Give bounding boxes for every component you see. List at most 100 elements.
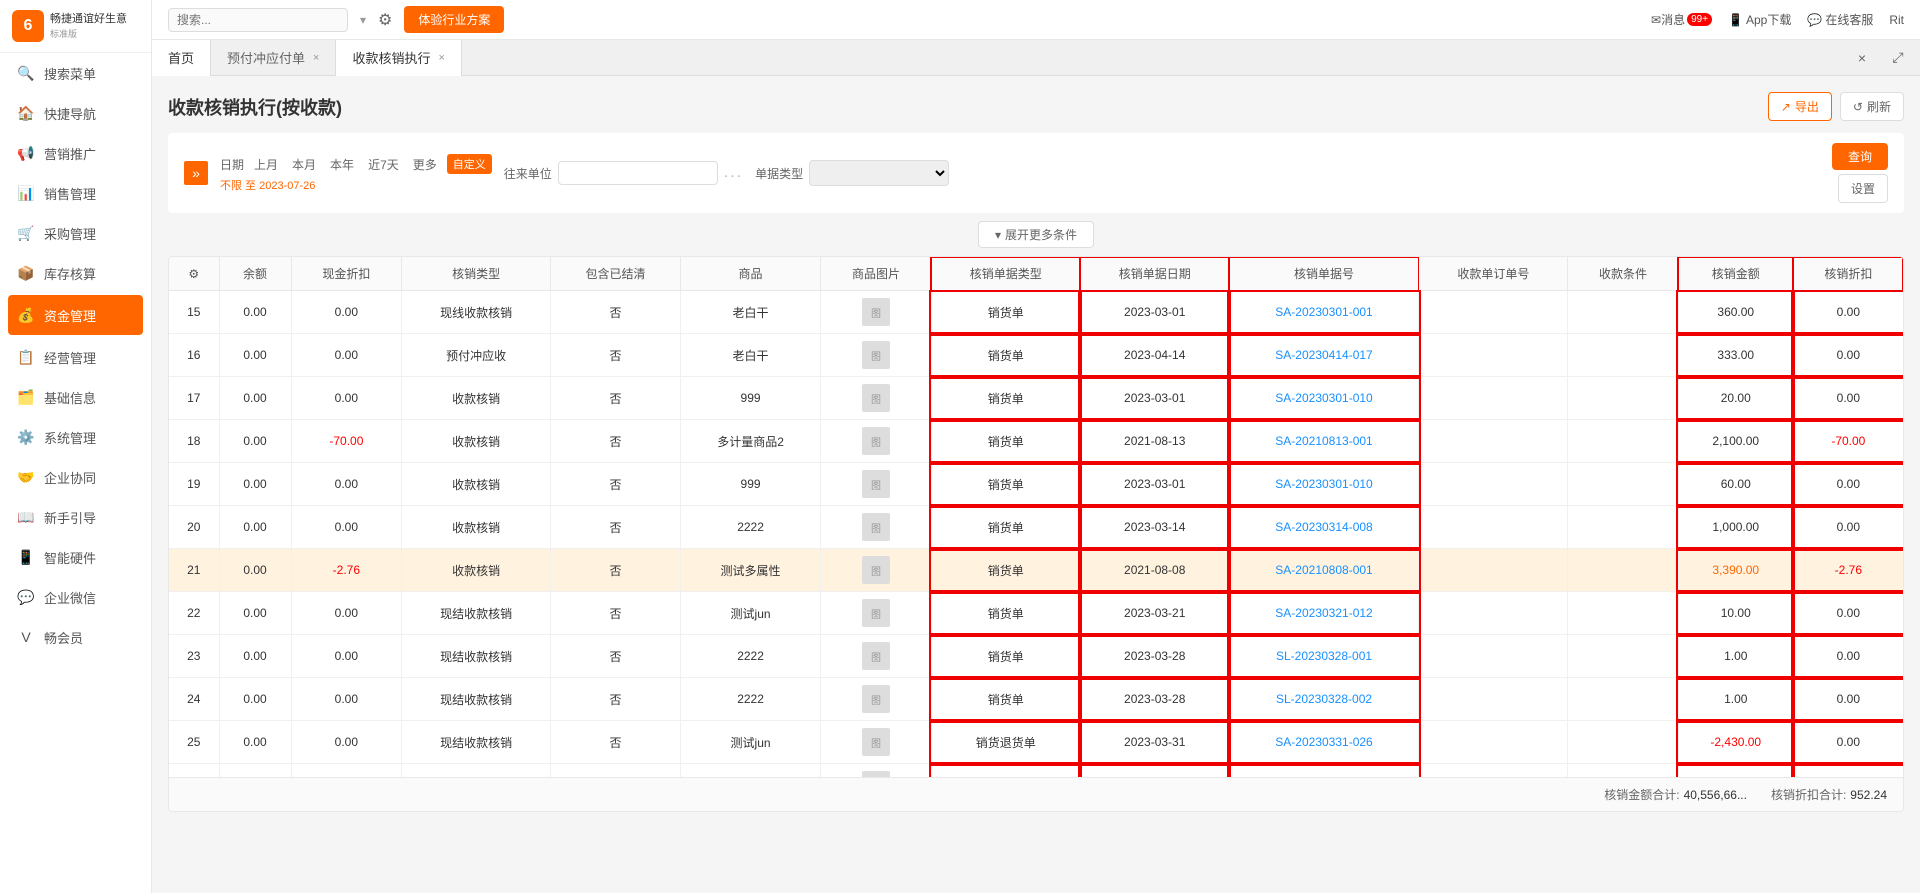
filter-partner-dots[interactable]: ... xyxy=(724,164,743,182)
service-icon: 💬 xyxy=(1807,13,1822,27)
sidebar-item-purchase[interactable]: 🛒 采购管理 xyxy=(0,213,151,253)
cell-bill_report_type: 销货单 xyxy=(931,635,1080,678)
sidebar-item-guide[interactable]: 📖 新手引导 xyxy=(0,497,151,537)
col-header-index[interactable]: ⚙ xyxy=(169,257,219,291)
collab-icon: 🤝 xyxy=(16,467,36,487)
sidebar-item-system[interactable]: ⚙️ 系统管理 xyxy=(0,417,151,457)
refresh-btn[interactable]: ↺ 刷新 xyxy=(1840,92,1904,121)
cell-goods: 2222 xyxy=(680,678,820,721)
sidebar-item-hardware[interactable]: 📱 智能硬件 xyxy=(0,537,151,577)
cell-collection_order_no xyxy=(1419,678,1568,721)
sidebar-item-finance[interactable]: 💰 资金管理 xyxy=(8,295,143,335)
filter-expand-btn[interactable]: » xyxy=(184,161,208,185)
sidebar-item-wechat[interactable]: 💬 企业微信 xyxy=(0,577,151,617)
sidebar-item-basic[interactable]: 🗂️ 基础信息 xyxy=(0,377,151,417)
filter-date-more[interactable]: 更多 xyxy=(409,154,441,175)
cell-collection_condition xyxy=(1568,678,1679,721)
sidebar-item-inventory[interactable]: 📦 库存核算 xyxy=(0,253,151,293)
filter-partner-input[interactable] xyxy=(558,161,718,185)
tab-prepay[interactable]: 预付冲应付单 × xyxy=(211,40,336,76)
cell-goods_image: 图 xyxy=(821,506,932,549)
sidebar-item-marketing[interactable]: 📢 营销推广 xyxy=(0,133,151,173)
cell-cash_discount: 0.00 xyxy=(291,764,402,778)
col-header-verify-discount: 核销折扣 xyxy=(1793,257,1903,291)
sidebar-item-sales[interactable]: 📊 销售管理 xyxy=(0,173,151,213)
cell-bill_report_type: 销货单 xyxy=(931,506,1080,549)
cell-balance: 0.00 xyxy=(219,592,291,635)
cell-bill_no[interactable]: SA-20230331-026 xyxy=(1229,721,1419,764)
sidebar-item-operation[interactable]: 📋 经营管理 xyxy=(0,337,151,377)
tab-collection[interactable]: 收款核销执行 × xyxy=(336,40,461,76)
cell-bill_report_type: 销货单 xyxy=(931,420,1080,463)
cell-bill_no[interactable]: SA-20230321-012 xyxy=(1229,592,1419,635)
cell-verify_amount: 360.00 xyxy=(1678,291,1793,334)
tab-prepay-label: 预付冲应付单 xyxy=(227,48,305,67)
cell-index: 16 xyxy=(169,334,219,377)
query-btn[interactable]: 查询 xyxy=(1832,143,1888,170)
cell-bill_report_type: 销货单 xyxy=(931,291,1080,334)
cell-bill_no[interactable]: SL-20230328-002 xyxy=(1229,678,1419,721)
cell-bill_no[interactable]: SA-20230301-001 xyxy=(1229,291,1419,334)
cell-bill_no[interactable]: SL-20230328-001 xyxy=(1229,635,1419,678)
tab-home[interactable]: 首页 xyxy=(152,40,211,76)
expand-more-btn[interactable]: ▾ 展开更多条件 xyxy=(978,221,1094,248)
sidebar-item-search[interactable]: 🔍 搜索菜单 xyxy=(0,53,151,93)
topbar: ▾ ⚙ 体验行业方案 ✉ 消息 99+ 📱 App下载 💬 在线客服 Rit xyxy=(152,0,1920,40)
sidebar-item-member[interactable]: V 畅会员 xyxy=(0,617,151,657)
filter-date-7days[interactable]: 近7天 xyxy=(364,154,403,175)
filter-date-this-month[interactable]: 本月 xyxy=(288,154,320,175)
filter-date-this-year[interactable]: 本年 xyxy=(326,154,358,175)
col-header-goods-image: 商品图片 xyxy=(821,257,932,291)
cell-verify_type: 收款核销 xyxy=(402,549,551,592)
maximize-btn[interactable]: ⤢ xyxy=(1884,44,1912,72)
filter-bill-type-field: 单据类型 xyxy=(755,160,949,186)
cell-index: 26 xyxy=(169,764,219,778)
footer-verify-amount-label: 核销金额合计: xyxy=(1604,786,1679,803)
logo-sub: 标准版 xyxy=(50,27,127,40)
cell-bill_no[interactable]: SA-20230301-010 xyxy=(1229,463,1419,506)
app-download-btn[interactable]: 📱 App下载 xyxy=(1728,11,1791,28)
page-actions: ↗ 导出 ↺ 刷新 xyxy=(1768,92,1904,121)
online-service-btn[interactable]: 💬 在线客服 xyxy=(1807,11,1873,28)
cell-index: 19 xyxy=(169,463,219,506)
tabbar-actions: × ⤢ xyxy=(1848,44,1920,72)
footer-verify-amount: 核销金额合计: 40,556,66... xyxy=(1604,786,1747,803)
sidebar-item-shortcut[interactable]: 🏠 快捷导航 xyxy=(0,93,151,133)
gear-icon[interactable]: ⚙ xyxy=(378,10,392,30)
cell-collection_condition xyxy=(1568,463,1679,506)
notice-btn[interactable]: ✉ 消息 99+ xyxy=(1651,11,1712,28)
table-row: 180.00-70.00收款核销否多计量商品2图销货单2021-08-13SA-… xyxy=(169,420,1903,463)
settings-btn[interactable]: 设置 xyxy=(1838,174,1888,203)
cell-goods_image: 图 xyxy=(821,334,932,377)
tab-prepay-close[interactable]: × xyxy=(313,52,319,64)
cell-bill_no[interactable]: SA-20210808-001 xyxy=(1229,549,1419,592)
table-scroll[interactable]: ⚙ 余额 现金折扣 核销类型 包含已结清 商品 商品图片 核销单据类型 核销单据… xyxy=(169,257,1903,777)
cell-bill_no[interactable]: SA-20210813-001 xyxy=(1229,420,1419,463)
cell-bill_no[interactable]: SA-20230301-010 xyxy=(1229,377,1419,420)
cell-bill_no[interactable]: SA-20230314-008 xyxy=(1229,506,1419,549)
export-btn[interactable]: ↗ 导出 xyxy=(1768,92,1832,121)
cell-goods_image: 图 xyxy=(821,291,932,334)
cell-balance: 0.00 xyxy=(219,506,291,549)
cell-verify_discount: 0.00 xyxy=(1793,721,1903,764)
cell-collection_condition xyxy=(1568,635,1679,678)
cell-included: 否 xyxy=(551,721,681,764)
filter-date-custom[interactable]: 自定义 xyxy=(447,154,492,174)
filter-bill-type-select[interactable] xyxy=(809,160,949,186)
filter-date-last-month[interactable]: 上月 xyxy=(250,154,282,175)
cell-bill_report_type: 销货单 xyxy=(931,463,1080,506)
footer-verify-discount-value: 952.24 xyxy=(1850,788,1887,802)
tab-collection-close[interactable]: × xyxy=(438,52,444,64)
cell-bill_no[interactable]: ABC-001 xyxy=(1229,764,1419,778)
tabbar: 首页 预付冲应付单 × 收款核销执行 × × ⤢ xyxy=(152,40,1920,76)
member-icon: V xyxy=(16,627,36,647)
industry-btn[interactable]: 体验行业方案 xyxy=(404,6,504,33)
cell-verify_amount: 60.00 xyxy=(1678,463,1793,506)
cell-bill_no[interactable]: SA-20230414-017 xyxy=(1229,334,1419,377)
cell-verify_amount: 1,000.00 xyxy=(1678,506,1793,549)
sidebar-item-collab[interactable]: 🤝 企业协同 xyxy=(0,457,151,497)
sidebar: 6 畅捷通谊好生意 标准版 🔍 搜索菜单 🏠 快捷导航 📢 营销推广 📊 销售管… xyxy=(0,0,152,893)
cell-collection_condition xyxy=(1568,420,1679,463)
topbar-search-input[interactable] xyxy=(168,8,348,32)
close-tab-btn[interactable]: × xyxy=(1848,44,1876,72)
